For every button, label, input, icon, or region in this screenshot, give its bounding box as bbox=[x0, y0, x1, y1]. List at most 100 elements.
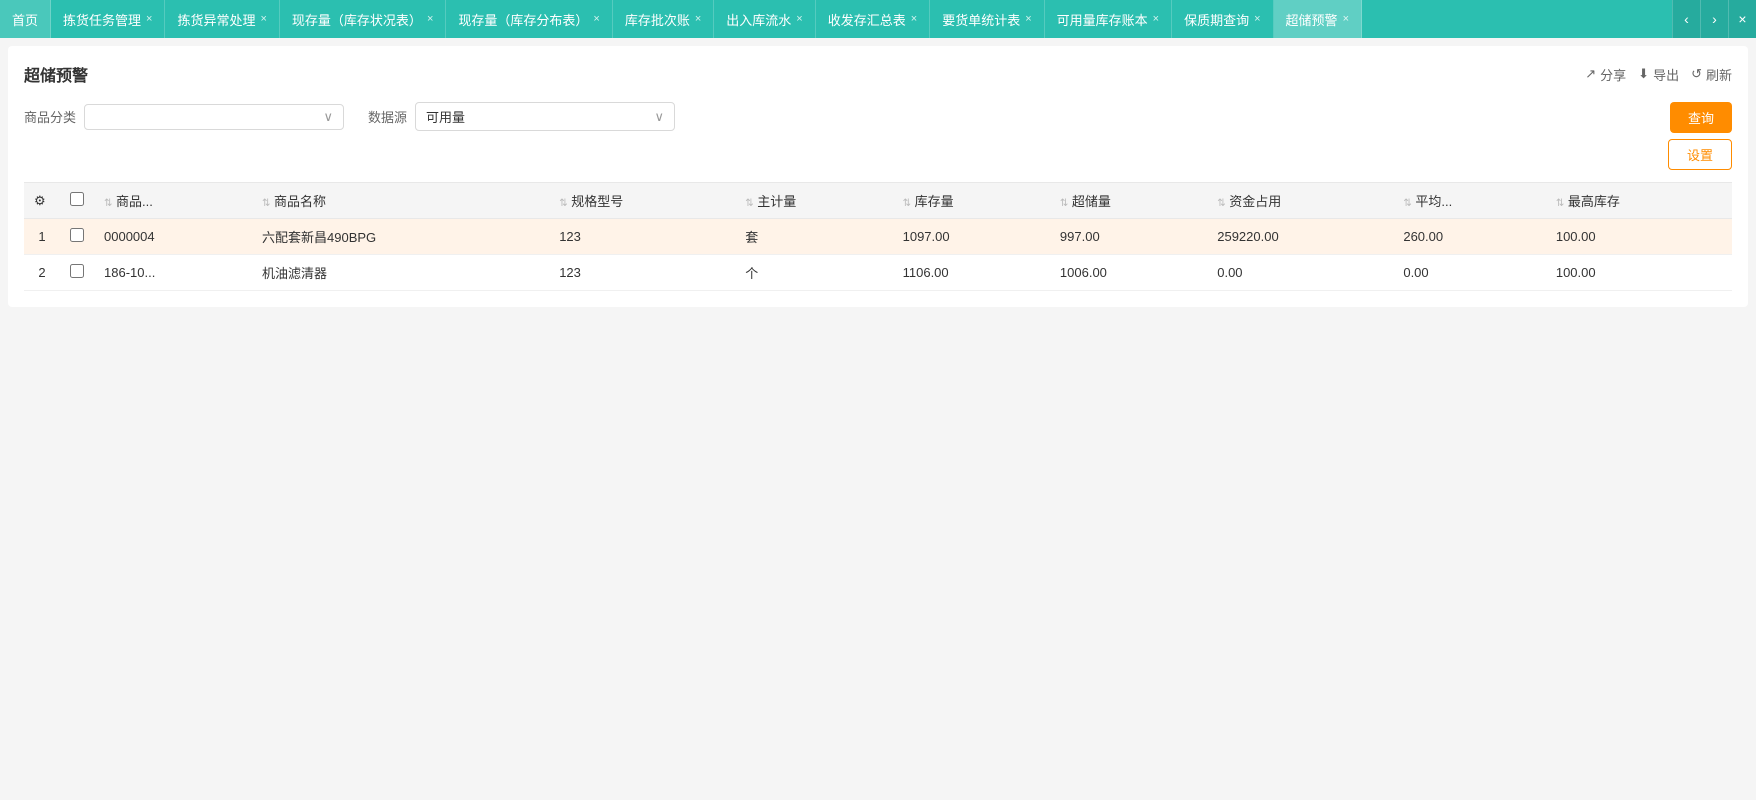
topnav-tab-3[interactable]: 现存量（库存状况表） × bbox=[280, 0, 446, 38]
topnav-tab-10[interactable]: 保质期查询 × bbox=[1172, 0, 1273, 38]
col-product-name[interactable]: ⇅ 商品名称 bbox=[252, 183, 549, 219]
col-stock[interactable]: ⇅ 库存量 bbox=[893, 183, 1050, 219]
nav-left-arrow[interactable]: ‹ bbox=[1672, 0, 1700, 38]
datasource-value: 可用量 bbox=[426, 107, 465, 126]
cell-over-stock: 997.00 bbox=[1050, 219, 1207, 255]
share-icon: ↗ bbox=[1585, 66, 1596, 82]
export-icon: ⬇ bbox=[1638, 66, 1649, 82]
cell-capital: 0.00 bbox=[1207, 255, 1393, 291]
topnav-tab-close-3[interactable]: × bbox=[427, 13, 433, 25]
cell-spec: 123 bbox=[549, 255, 735, 291]
topnav-tab-11[interactable]: 超储预警 × bbox=[1274, 0, 1362, 38]
topnav-tab-label-0: 首页 bbox=[12, 10, 38, 29]
topnav-tab-close-7[interactable]: × bbox=[911, 13, 917, 25]
topnav-tab-1[interactable]: 拣货任务管理 × bbox=[51, 0, 165, 38]
gear-header[interactable]: ⚙ bbox=[24, 183, 60, 219]
filter-actions: 查询 设置 bbox=[1668, 102, 1732, 170]
row-checkbox-0[interactable] bbox=[70, 228, 84, 242]
topnav-tab-2[interactable]: 拣货异常处理× bbox=[165, 0, 279, 38]
col-product-code[interactable]: ⇅ 商品... bbox=[94, 183, 252, 219]
row-index: 2 bbox=[24, 255, 60, 291]
gear-icon: ⚙ bbox=[34, 193, 46, 208]
topnav-tab-close-9[interactable]: × bbox=[1153, 13, 1159, 25]
cell-max-stock: 100.00 bbox=[1546, 219, 1732, 255]
cell-unit: 个 bbox=[735, 255, 892, 291]
col-max-stock[interactable]: ⇅ 最高库存 bbox=[1546, 183, 1732, 219]
filter-fields: 商品分类 ∨ 数据源 可用量 ∨ bbox=[24, 102, 1652, 131]
topnav-tab-0[interactable]: 首页 bbox=[0, 0, 51, 38]
topnav-tab-label-10: 保质期查询 bbox=[1184, 10, 1249, 29]
sort-icon-spec: ⇅ bbox=[559, 198, 567, 209]
col-avg[interactable]: ⇅ 平均... bbox=[1393, 183, 1546, 219]
topnav-tab-5[interactable]: 库存批次账 × bbox=[613, 0, 714, 38]
sort-icon-unit: ⇅ bbox=[745, 198, 753, 209]
cell-product-name: 六配套新昌490BPG bbox=[252, 219, 549, 255]
topnav-tab-6[interactable]: 出入库流水× bbox=[714, 0, 815, 38]
page-title-bar: 超储预警 ↗ 分享 ⬇ 导出 ↺ 刷新 bbox=[24, 62, 1732, 86]
table-row: 2186-10...机油滤清器123个1106.001006.000.000.0… bbox=[24, 255, 1732, 291]
topnav-tab-close-4[interactable]: × bbox=[593, 13, 599, 25]
query-button[interactable]: 查询 bbox=[1670, 102, 1732, 133]
cell-product-code: 186-10... bbox=[94, 255, 252, 291]
row-checkbox-1[interactable] bbox=[70, 264, 84, 278]
sort-icon-avg: ⇅ bbox=[1403, 198, 1411, 209]
col-spec[interactable]: ⇅ 规格型号 bbox=[549, 183, 735, 219]
sort-icon-stock: ⇅ bbox=[903, 198, 911, 209]
filter-row: 商品分类 ∨ 数据源 可用量 ∨ 查询 设置 bbox=[24, 102, 1732, 170]
select-all-checkbox[interactable] bbox=[70, 192, 84, 206]
settings-button[interactable]: 设置 bbox=[1668, 139, 1732, 170]
sort-icon-capital: ⇅ bbox=[1217, 198, 1225, 209]
nav-arrows: ‹ › × bbox=[1672, 0, 1756, 38]
page-title: 超储预警 bbox=[24, 62, 88, 86]
export-action[interactable]: ⬇ 导出 bbox=[1638, 65, 1679, 84]
row-index: 1 bbox=[24, 219, 60, 255]
data-table: ⚙ ⇅ 商品... ⇅ 商品名称 ⇅ 规格型号 ⇅ bbox=[24, 182, 1732, 291]
category-select[interactable]: ∨ bbox=[84, 104, 344, 130]
row-checkbox bbox=[60, 219, 94, 255]
datasource-label: 数据源 bbox=[368, 107, 407, 126]
topnav-tab-close-2[interactable]: × bbox=[260, 13, 266, 25]
checkbox-header[interactable] bbox=[60, 183, 94, 219]
topnav-tab-close-11[interactable]: × bbox=[1343, 13, 1349, 25]
topnav-tab-7[interactable]: 收发存汇总表× bbox=[816, 0, 930, 38]
topnav-tab-close-10[interactable]: × bbox=[1254, 13, 1260, 25]
sort-icon: ⇅ bbox=[104, 198, 112, 209]
datasource-filter: 数据源 可用量 ∨ bbox=[368, 102, 675, 131]
topnav-tab-close-6[interactable]: × bbox=[796, 13, 802, 25]
refresh-label: 刷新 bbox=[1706, 65, 1732, 84]
refresh-icon: ↺ bbox=[1691, 66, 1702, 82]
cell-avg: 0.00 bbox=[1393, 255, 1546, 291]
category-arrow-icon: ∨ bbox=[324, 109, 334, 125]
cell-product-name: 机油滤清器 bbox=[252, 255, 549, 291]
cell-avg: 260.00 bbox=[1393, 219, 1546, 255]
topnav-tab-close-8[interactable]: × bbox=[1025, 13, 1031, 25]
cell-unit: 套 bbox=[735, 219, 892, 255]
col-over-stock[interactable]: ⇅ 超储量 bbox=[1050, 183, 1207, 219]
share-action[interactable]: ↗ 分享 bbox=[1585, 65, 1626, 84]
topnav-tab-label-4: 现存量（库存分布表） bbox=[458, 10, 588, 29]
refresh-action[interactable]: ↺ 刷新 bbox=[1691, 65, 1732, 84]
topnav-tab-label-11: 超储预警 bbox=[1286, 10, 1338, 29]
sort-icon-over: ⇅ bbox=[1060, 198, 1068, 209]
top-navigation: 首页拣货任务管理×拣货异常处理×现存量（库存状况表）×现存量（库存分布表）×库存… bbox=[0, 0, 1756, 38]
nav-right-arrow[interactable]: › bbox=[1700, 0, 1728, 38]
topnav-tab-label-3: 现存量（库存状况表） bbox=[292, 10, 422, 29]
col-capital[interactable]: ⇅ 资金占用 bbox=[1207, 183, 1393, 219]
datasource-select[interactable]: 可用量 ∨ bbox=[415, 102, 675, 131]
topnav-tab-close-5[interactable]: × bbox=[695, 13, 701, 25]
topnav-tab-label-1: 拣货任务管理 bbox=[63, 10, 141, 29]
col-unit[interactable]: ⇅ 主计量 bbox=[735, 183, 892, 219]
share-label: 分享 bbox=[1600, 65, 1626, 84]
topnav-tab-8[interactable]: 要货单统计表× bbox=[930, 0, 1044, 38]
topnav-tab-close-1[interactable]: × bbox=[146, 13, 152, 25]
topnav-tab-label-5: 库存批次账 bbox=[625, 10, 690, 29]
export-label: 导出 bbox=[1653, 65, 1679, 84]
cell-over-stock: 1006.00 bbox=[1050, 255, 1207, 291]
category-label: 商品分类 bbox=[24, 107, 76, 126]
nav-close-arrow[interactable]: × bbox=[1728, 0, 1756, 38]
topnav-tab-4[interactable]: 现存量（库存分布表） × bbox=[446, 0, 612, 38]
topnav-tab-label-9: 可用量库存账本 bbox=[1057, 10, 1148, 29]
row-checkbox bbox=[60, 255, 94, 291]
cell-stock: 1097.00 bbox=[893, 219, 1050, 255]
topnav-tab-9[interactable]: 可用量库存账本 × bbox=[1045, 0, 1172, 38]
